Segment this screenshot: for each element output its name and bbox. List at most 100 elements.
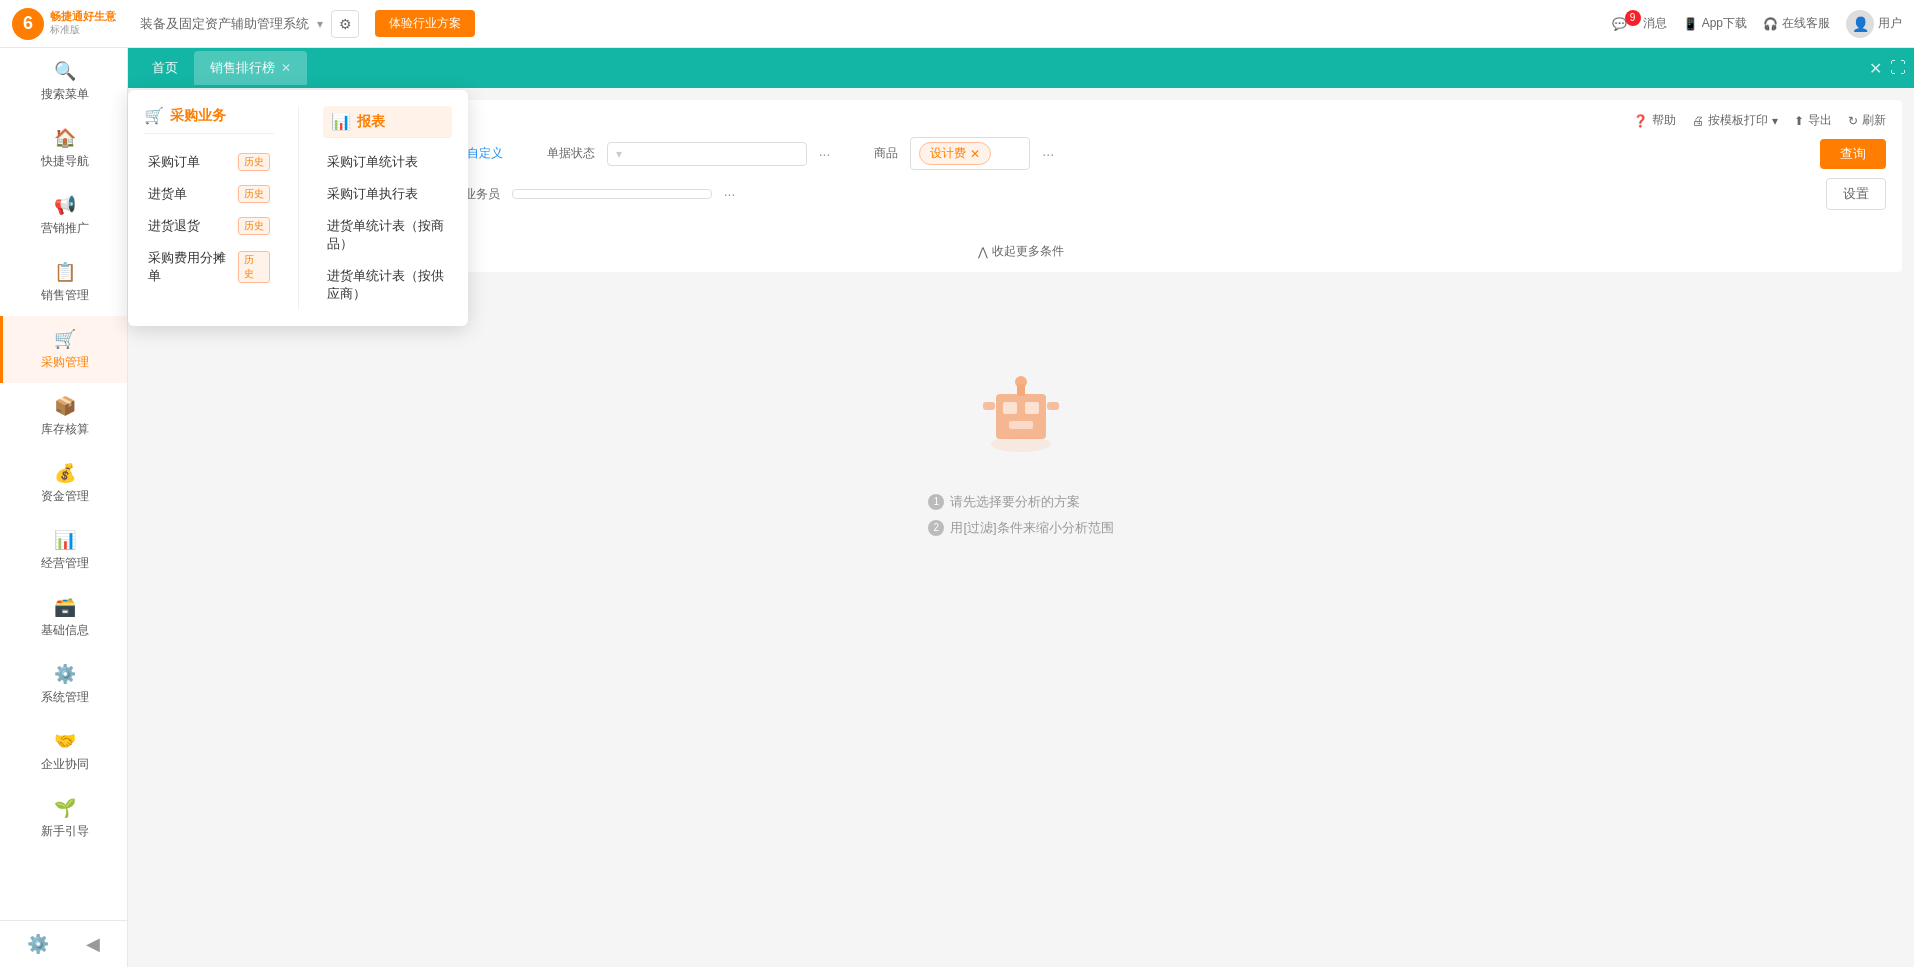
sidebar-label-quicknav: 快捷导航: [41, 153, 89, 170]
purchase-report-section: 📊 报表 采购订单统计表 采购订单执行表 进货单统计表（按商品） 进货单统计表（…: [323, 106, 453, 310]
user-menu-button[interactable]: 👤 用户: [1846, 10, 1902, 38]
sidebar-item-system[interactable]: ⚙️ 系统管理: [0, 651, 127, 718]
purchase-order-history-badge: 历史: [238, 153, 270, 171]
tab-sales-rank[interactable]: 销售排行榜 ✕: [194, 51, 307, 85]
receipt-stats-supplier-item[interactable]: 进货单统计表（按供应商）: [323, 260, 453, 310]
sidebar-item-newbie[interactable]: 🌱 新手引导: [0, 785, 127, 852]
fullscreen-icon[interactable]: ⛶: [1890, 59, 1906, 78]
purchase-report-title: 📊 报表: [323, 106, 453, 138]
sidebar-label-newbie: 新手引导: [41, 823, 89, 840]
sidebar-item-marketing[interactable]: 📢 营销推广: [0, 182, 127, 249]
messages-button[interactable]: 💬 9 消息: [1612, 15, 1667, 32]
system-title: 装备及固定资产辅助管理系统 ▾ ⚙ 体验行业方案: [140, 10, 1596, 38]
close-tab-icon[interactable]: ✕: [1869, 59, 1882, 78]
purchase-order-item[interactable]: 采购订单 历史: [144, 146, 274, 178]
goods-more-dots[interactable]: ···: [1042, 146, 1054, 162]
goods-tag: 设计费 ✕: [919, 142, 991, 165]
svg-point-6: [1015, 376, 1027, 388]
trial-button[interactable]: 体验行业方案: [375, 10, 475, 37]
sidebar-item-inventory[interactable]: 📦 库存核算: [0, 383, 127, 450]
goods-tag-close[interactable]: ✕: [970, 147, 980, 161]
sidebar-label-basicinfo: 基础信息: [41, 622, 89, 639]
tab-close-icon[interactable]: ✕: [281, 61, 291, 75]
purchase-cost-history-badge: 历史: [238, 251, 270, 283]
date-quick-custom[interactable]: 自定义: [467, 145, 503, 162]
collapse-sidebar-icon[interactable]: ◀: [86, 933, 100, 955]
sidebar-bottom: ⚙️ ◀: [0, 920, 127, 967]
purchase-business-section: 🛒 采购业务 采购订单 历史 进货单 历史 进货退货 历史 采购费用分摊单 历史: [144, 106, 274, 310]
goods-input[interactable]: 设计费 ✕: [910, 137, 1030, 170]
sidebar-item-quicknav[interactable]: 🏠 快捷导航: [0, 115, 127, 182]
system-dropdown-arrow[interactable]: ▾: [317, 17, 323, 31]
salesperson-input[interactable]: [512, 189, 712, 199]
collapse-icon: ⋀: [978, 245, 988, 259]
receipt-stats-goods-item[interactable]: 进货单统计表（按商品）: [323, 210, 453, 260]
operation-icon: 📊: [54, 529, 76, 551]
purchase-cost-item[interactable]: 采购费用分摊单 历史: [144, 242, 274, 292]
status-label: 单据状态: [547, 145, 595, 162]
app-download-button[interactable]: 📱 App下载: [1683, 15, 1747, 32]
home-icon: 🏠: [54, 127, 76, 149]
empty-tip-1: 1 请先选择要分析的方案: [928, 489, 1113, 515]
message-badge: 9: [1625, 10, 1641, 26]
salesperson-more-dots[interactable]: ···: [724, 186, 736, 202]
status-more-dots[interactable]: ···: [819, 146, 831, 162]
avatar: 👤: [1846, 10, 1874, 38]
finance-icon: 💰: [54, 462, 76, 484]
goods-receipt-item[interactable]: 进货单 历史: [144, 178, 274, 210]
menu-divider: [298, 106, 299, 310]
goods-return-history-badge: 历史: [238, 217, 270, 235]
settings-button[interactable]: 设置: [1826, 178, 1886, 210]
query-button[interactable]: 查询: [1820, 139, 1886, 169]
sidebar-label-finance: 资金管理: [41, 488, 89, 505]
topbar: 6 畅捷通好生意 标准版 装备及固定资产辅助管理系统 ▾ ⚙ 体验行业方案 💬 …: [0, 0, 1914, 48]
marketing-icon: 📢: [54, 194, 76, 216]
refresh-icon: ↻: [1848, 114, 1858, 128]
sidebar-item-purchase[interactable]: 🛒 采购管理: [0, 316, 127, 383]
sidebar-item-basicinfo[interactable]: 🗃️ 基础信息: [0, 584, 127, 651]
purchase-dropdown-menu: 🛒 采购业务 采购订单 历史 进货单 历史 进货退货 历史 采购费用分摊单 历史…: [128, 90, 468, 326]
sidebar-item-finance[interactable]: 💰 资金管理: [0, 450, 127, 517]
sidebar-item-operation[interactable]: 📊 经营管理: [0, 517, 127, 584]
enterprise-icon: 🤝: [54, 730, 76, 752]
tab-home[interactable]: 首页: [136, 51, 194, 85]
help-button[interactable]: ❓ 帮助: [1633, 112, 1676, 129]
print-button[interactable]: 🖨 按模板打印 ▾: [1692, 112, 1778, 129]
inventory-icon: 📦: [54, 395, 76, 417]
purchase-icon: 🛒: [54, 328, 76, 350]
sidebar-label-system: 系统管理: [41, 689, 89, 706]
svg-rect-7: [983, 402, 995, 410]
sidebar: 🔍 搜索菜单 🏠 快捷导航 📢 营销推广 📋 销售管理 🛒 采购管理 📦 库存核…: [0, 48, 128, 967]
empty-state: 1 请先选择要分析的方案 2 用[过滤]条件来缩小分析范围: [140, 284, 1902, 621]
svg-rect-8: [1047, 402, 1059, 410]
goods-return-item[interactable]: 进货退货 历史: [144, 210, 274, 242]
phone-icon: 📱: [1683, 17, 1698, 31]
print-dropdown-icon: ▾: [1772, 114, 1778, 128]
svg-rect-4: [1009, 421, 1033, 429]
online-service-button[interactable]: 🎧 在线客服: [1763, 15, 1830, 32]
status-input[interactable]: ▾: [607, 142, 807, 166]
sidebar-label-marketing: 营销推广: [41, 220, 89, 237]
po-stats-item[interactable]: 采购订单统计表: [323, 146, 453, 178]
tab-bar-actions: ✕ ⛶: [1869, 59, 1906, 78]
goods-receipt-history-badge: 历史: [238, 185, 270, 203]
settings-icon[interactable]: ⚙: [331, 10, 359, 38]
settings-bottom-icon[interactable]: ⚙️: [27, 933, 49, 955]
goods-label: 商品: [874, 145, 898, 162]
logo-brand: 畅捷通好生意: [50, 10, 116, 23]
svg-rect-3: [1025, 402, 1039, 414]
sidebar-label-operation: 经营管理: [41, 555, 89, 572]
help-icon: ❓: [1633, 114, 1648, 128]
po-exec-item[interactable]: 采购订单执行表: [323, 178, 453, 210]
sidebar-label-inventory: 库存核算: [41, 421, 89, 438]
sidebar-label-sales: 销售管理: [41, 287, 89, 304]
empty-tips: 1 请先选择要分析的方案 2 用[过滤]条件来缩小分析范围: [928, 489, 1113, 541]
refresh-button[interactable]: ↻ 刷新: [1848, 112, 1886, 129]
collapse-filter-button[interactable]: ⋀ 收起更多条件: [978, 243, 1064, 260]
tab-sales-rank-label: 销售排行榜: [210, 59, 275, 77]
sidebar-item-enterprise[interactable]: 🤝 企业协同: [0, 718, 127, 785]
sidebar-item-search[interactable]: 🔍 搜索菜单: [0, 48, 127, 115]
logo-area: 6 畅捷通好生意 标准版: [12, 8, 140, 40]
export-button[interactable]: ⬆ 导出: [1794, 112, 1832, 129]
sidebar-item-sales[interactable]: 📋 销售管理: [0, 249, 127, 316]
